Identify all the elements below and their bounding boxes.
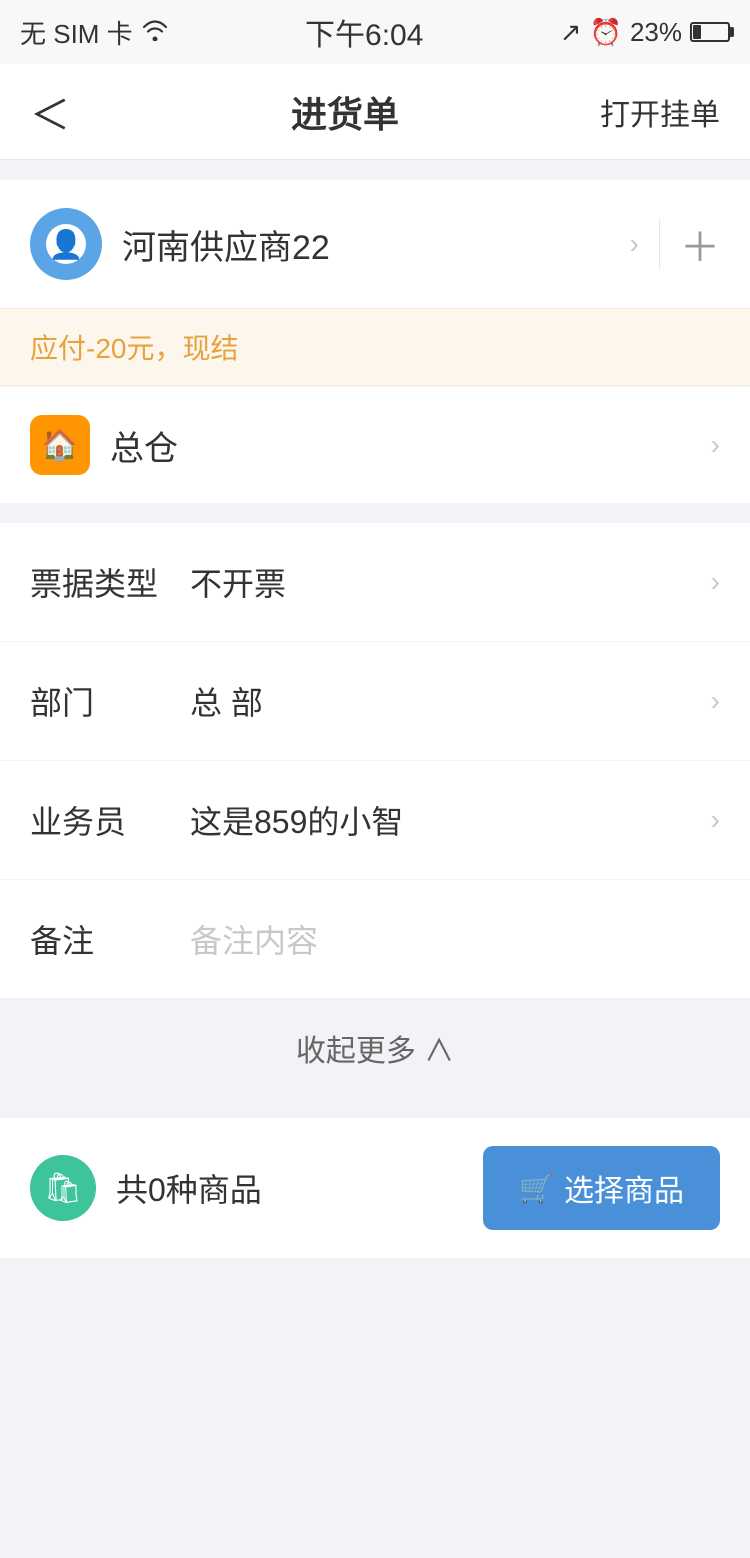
nav-bar: ＜ 进货单 打开挂单 [0,64,750,160]
battery-percent: 23% [630,17,682,48]
warehouse-chevron-icon: › [711,429,720,461]
select-btn-label: 选择商品 [564,1166,684,1210]
warehouse-icon-wrap: 🏠 [30,415,90,475]
dept-label: 部门 [30,678,170,724]
warehouse-icon: 🏠 [41,428,78,463]
supplier-section: 👤 河南供应商22 › ＋ 应付-20元，现结 🏠 总仓 › [0,180,750,503]
cart-icon: 🛒 [519,1172,554,1205]
add-supplier-button[interactable]: ＋ [680,215,720,273]
supplier-row[interactable]: 👤 河南供应商22 › ＋ [0,180,750,308]
status-time: 下午6:04 [305,10,423,54]
salesperson-value: 这是859的小智 [190,797,711,843]
collapse-label: 收起更多 ∧ [296,1026,454,1070]
salesperson-row[interactable]: 业务员 这是859的小智 › [0,761,750,880]
location-icon: ↗ [560,17,582,48]
carrier-text: 无 SIM 卡 [20,14,133,51]
battery-icon [690,22,730,42]
dept-chevron-icon: › [711,685,720,717]
form-section: 票据类型 不开票 › 部门 总 部 › 业务员 这是859的小智 › 备注 备注… [0,523,750,998]
bottom-space [0,1258,750,1558]
person-icon: 👤 [49,228,84,261]
warehouse-name: 总仓 [110,421,711,470]
remark-row[interactable]: 备注 备注内容 [0,880,750,998]
select-product-button[interactable]: 🛒 选择商品 [483,1146,720,1230]
salesperson-label: 业务员 [30,797,170,843]
status-left: 无 SIM 卡 [20,14,169,51]
supplier-name: 河南供应商22 [122,220,630,269]
warehouse-row[interactable]: 🏠 总仓 › [0,386,750,503]
notice-text: 应付-20元，现结 [30,333,238,364]
products-left: 🛍 共0种商品 [30,1155,262,1221]
collapse-button[interactable]: 收起更多 ∧ [0,998,750,1098]
remark-input[interactable]: 备注内容 [190,916,720,962]
shopping-bag-icon: 🛍 [44,1171,82,1206]
dept-row[interactable]: 部门 总 部 › [0,642,750,761]
vertical-divider [659,219,660,269]
products-bar: 🛍 共0种商品 🛒 选择商品 [0,1118,750,1258]
page-title: 进货单 [291,86,399,138]
notice-banner: 应付-20元，现结 [0,308,750,386]
products-count: 共0种商品 [116,1165,262,1211]
open-pending-button[interactable]: 打开挂单 [600,90,720,134]
remark-label: 备注 [30,916,170,962]
wifi-icon [141,17,169,48]
status-right: ↗ ⏰ 23% [560,17,730,48]
dept-value: 总 部 [190,678,711,724]
invoice-chevron-icon: › [711,566,720,598]
alarm-icon: ⏰ [590,17,622,48]
invoice-label: 票据类型 [30,559,170,605]
invoice-value: 不开票 [190,559,711,605]
salesperson-chevron-icon: › [711,804,720,836]
products-icon-wrap: 🛍 [30,1155,96,1221]
status-bar: 无 SIM 卡 下午6:04 ↗ ⏰ 23% [0,0,750,64]
invoice-row[interactable]: 票据类型 不开票 › [0,523,750,642]
back-button[interactable]: ＜ [30,83,90,141]
avatar: 👤 [30,208,102,280]
chevron-right-icon: › [630,228,639,260]
top-divider [0,160,750,180]
